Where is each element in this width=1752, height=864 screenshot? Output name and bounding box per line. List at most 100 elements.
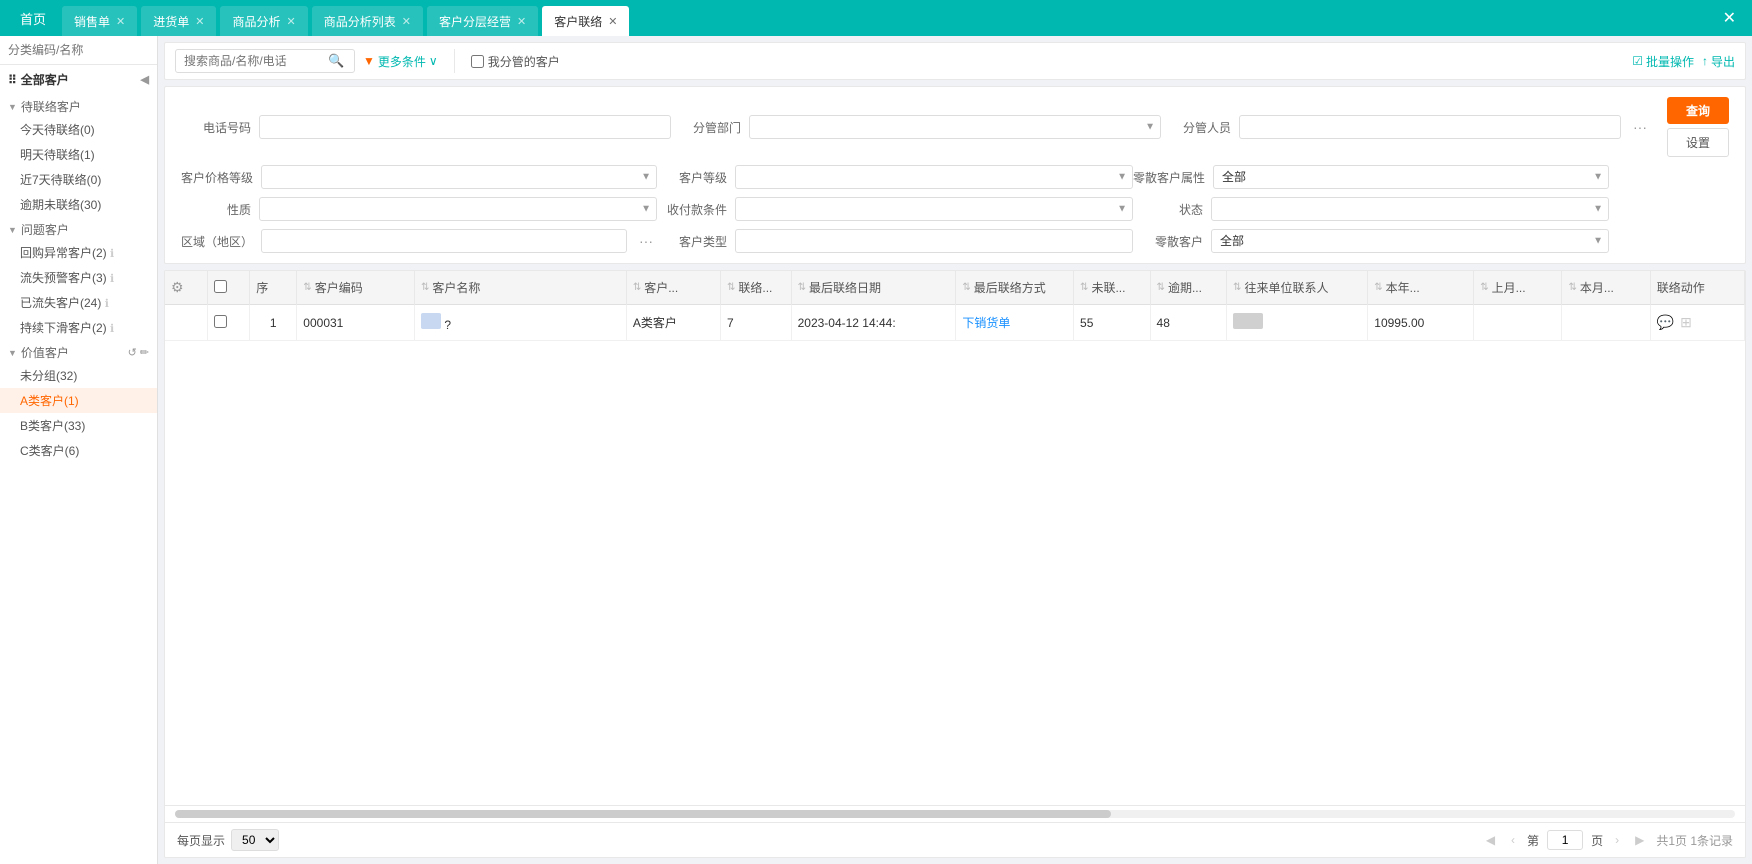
area-input[interactable] xyxy=(261,229,627,253)
table-row: 1 000031 ? A类客户 7 2023-04-12 14:44: 下销货单 xyxy=(165,305,1745,341)
sidebar-item-overdue[interactable]: 逾期未联络(30) xyxy=(0,192,157,217)
main-layout: 🔍 ⠿ 全部客户 ◀ 待联络客户 今天待联络(0) 明天待联络(1) 近7天待联… xyxy=(0,36,1752,864)
sidebar-search-area: 🔍 xyxy=(0,36,157,65)
sort-icon[interactable]: ⇅ xyxy=(1080,282,1088,293)
dept-select[interactable] xyxy=(749,115,1161,139)
home-tab[interactable]: 首页 xyxy=(8,0,58,36)
grid-action-icon[interactable]: ⊞ xyxy=(1680,314,1692,331)
sort-icon[interactable]: ⇅ xyxy=(798,282,806,293)
filter-row-1: 电话号码 分管部门 ▼ 分管人员 ··· 查询 设置 xyxy=(181,97,1729,157)
retail-cust-select[interactable]: 全部 xyxy=(1211,229,1609,253)
phone-input[interactable] xyxy=(259,115,671,139)
cust-level-select[interactable] xyxy=(735,165,1133,189)
sidebar-item-class-b[interactable]: B类客户(33) xyxy=(0,413,157,438)
search-input[interactable] xyxy=(184,54,324,68)
settings-button[interactable]: 设置 xyxy=(1667,128,1729,157)
scrollbar-thumb[interactable] xyxy=(175,810,1111,818)
page-input[interactable] xyxy=(1547,830,1583,850)
person-more-icon[interactable]: ··· xyxy=(1629,119,1651,135)
payment-select[interactable] xyxy=(735,197,1133,221)
sort-icon[interactable]: ⇅ xyxy=(727,282,735,293)
batch-op-icon: ☑ xyxy=(1632,54,1643,68)
tab-customer-contact[interactable]: 客户联络 ✕ xyxy=(542,6,629,36)
horizontal-scrollbar[interactable] xyxy=(165,805,1745,822)
per-page-select[interactable]: 50 xyxy=(231,829,279,851)
tab-close-icon[interactable]: ✕ xyxy=(517,15,526,28)
sidebar-item-tomorrow[interactable]: 明天待联络(1) xyxy=(0,142,157,167)
sort-icon[interactable]: ⇅ xyxy=(1157,282,1165,293)
next-page-btn[interactable]: › xyxy=(1611,833,1623,847)
cust-type-input[interactable] xyxy=(735,229,1133,253)
search-box: 🔍 xyxy=(175,49,355,73)
area-more-icon[interactable]: ··· xyxy=(635,233,657,249)
sort-icon[interactable]: ⇅ xyxy=(633,282,641,293)
sidebar-item-7days[interactable]: 近7天待联络(0) xyxy=(0,167,157,192)
export-btn[interactable]: ↑ 导出 xyxy=(1702,53,1735,70)
sidebar-group-problem[interactable]: 问题客户 xyxy=(0,217,157,240)
last-page-btn[interactable]: ▶ xyxy=(1631,833,1648,847)
cell-cust-type: A类客户 xyxy=(626,305,720,341)
sort-icon[interactable]: ⇅ xyxy=(303,282,311,293)
sort-icon[interactable]: ⇅ xyxy=(1374,282,1382,293)
my-customers-check[interactable] xyxy=(471,55,484,68)
tab-close-icon[interactable]: ✕ xyxy=(287,15,296,28)
nature-wrapper: ▼ xyxy=(259,197,657,221)
tab-close-icon[interactable]: ✕ xyxy=(402,15,411,28)
tab-close-icon[interactable]: ✕ xyxy=(608,15,617,28)
person-input[interactable] xyxy=(1239,115,1621,139)
sort-icon[interactable]: ⇅ xyxy=(1480,282,1488,293)
sidebar-item-churned[interactable]: 已流失客户(24) ℹ xyxy=(0,290,157,315)
search-submit-icon[interactable]: 🔍 xyxy=(328,53,344,69)
table-settings-icon[interactable]: ⚙ xyxy=(171,279,184,295)
tab-close-icon[interactable]: ✕ xyxy=(116,15,125,28)
sidebar-item-today[interactable]: 今天待联络(0) xyxy=(0,117,157,142)
topbar: 首页 销售单 ✕ 进货单 ✕ 商品分析 ✕ 商品分析列表 ✕ 客户分层经营 ✕ … xyxy=(0,0,1752,36)
sort-icon[interactable]: ⇅ xyxy=(421,282,429,293)
tab-product-analysis-list[interactable]: 商品分析列表 ✕ xyxy=(312,6,423,36)
row-checkbox[interactable] xyxy=(214,315,227,328)
cell-seq: 1 xyxy=(250,305,297,341)
window-close-button[interactable]: ✕ xyxy=(1715,4,1744,32)
table-scroll[interactable]: ⚙ 序 ⇅客户编码 ⇅客户名称 xyxy=(165,271,1745,805)
edit-icon[interactable]: ✏ xyxy=(140,346,149,359)
nature-select[interactable] xyxy=(259,197,657,221)
first-page-btn[interactable]: ◀ xyxy=(1482,833,1499,847)
select-all-checkbox[interactable] xyxy=(214,280,227,293)
page-label: 第 xyxy=(1527,832,1539,849)
sidebar-item-churn-warning[interactable]: 流失预警客户(3) ℹ xyxy=(0,265,157,290)
more-conditions-label: 更多条件 xyxy=(378,53,426,70)
value-group-title[interactable]: 价值客户 xyxy=(8,344,69,361)
batch-op-btn[interactable]: ☑ 批量操作 xyxy=(1632,53,1694,70)
tab-customer-segment[interactable]: 客户分层经营 ✕ xyxy=(427,6,538,36)
sidebar-search-input[interactable] xyxy=(8,43,163,57)
sidebar-group-pending[interactable]: 待联络客户 xyxy=(0,94,157,117)
prev-page-btn[interactable]: ‹ xyxy=(1507,833,1519,847)
sidebar-item-class-c[interactable]: C类客户(6) xyxy=(0,438,157,463)
collapse-icon[interactable]: ◀ xyxy=(141,73,149,86)
my-customers-checkbox[interactable]: 我分管的客户 xyxy=(471,53,560,70)
more-conditions-btn[interactable]: ▼ 更多条件 ∨ xyxy=(363,53,438,70)
sidebar-item-unclassified[interactable]: 未分组(32) xyxy=(0,363,157,388)
last-method-link[interactable]: 下销货单 xyxy=(962,316,1010,330)
sidebar-item-declining[interactable]: 持续下滑客户(2) ℹ xyxy=(0,315,157,340)
sort-icon[interactable]: ⇅ xyxy=(962,282,970,293)
all-customers-header[interactable]: ⠿ 全部客户 ◀ xyxy=(0,65,157,94)
tab-product-analysis[interactable]: 商品分析 ✕ xyxy=(220,6,307,36)
sort-icon[interactable]: ⇅ xyxy=(1233,282,1241,293)
tab-purchase-order[interactable]: 进货单 ✕ xyxy=(141,6,216,36)
all-customers-label: 全部客户 xyxy=(21,71,69,88)
tab-sales-order[interactable]: 销售单 ✕ xyxy=(62,6,137,36)
status-select[interactable] xyxy=(1211,197,1609,221)
price-level-select[interactable] xyxy=(261,165,657,189)
cell-contact: 7 xyxy=(720,305,791,341)
sort-icon[interactable]: ⇅ xyxy=(1568,282,1576,293)
sidebar-item-class-a[interactable]: A类客户(1) xyxy=(0,388,157,413)
chat-action-icon[interactable]: 💬 xyxy=(1657,314,1674,331)
refresh-icon[interactable]: ↺ xyxy=(128,346,137,359)
retail-attr-select[interactable]: 全部 xyxy=(1213,165,1609,189)
filter-cell-cust-level: 客户等级 ▼ xyxy=(657,165,1133,189)
tab-close-icon[interactable]: ✕ xyxy=(195,15,204,28)
query-button[interactable]: 查询 xyxy=(1667,97,1729,124)
col-cust-type-header: ⇅客户... xyxy=(626,271,720,305)
sidebar-item-repurchase-abnormal[interactable]: 回购异常客户(2) ℹ xyxy=(0,240,157,265)
